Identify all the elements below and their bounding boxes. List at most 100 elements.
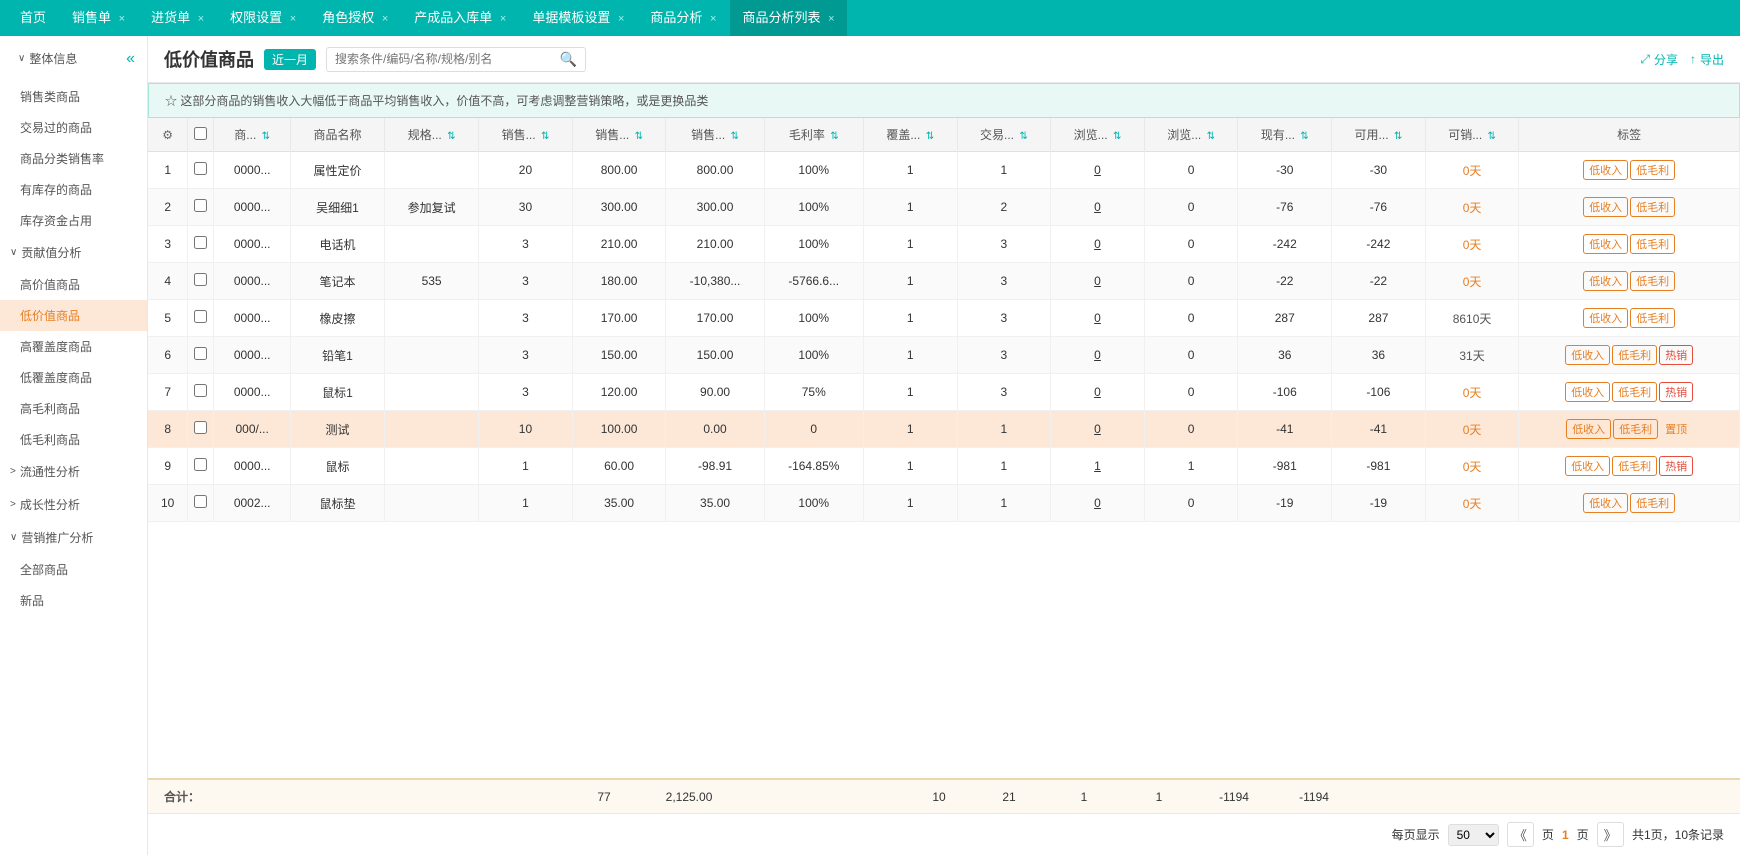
row-checkbox[interactable] xyxy=(194,162,207,175)
sidebar-item-new-products[interactable]: 新品 xyxy=(0,585,147,616)
close-sales-icon[interactable]: × xyxy=(119,13,125,25)
sidebar-group-growth[interactable]: > 成长性分析 xyxy=(0,488,147,521)
col-stock[interactable]: 现有... ⇅ xyxy=(1238,118,1332,152)
sidebar-item-category-sales-rate[interactable]: 商品分类销售率 xyxy=(0,143,147,174)
search-input[interactable] xyxy=(335,52,560,66)
row-qty-cell: 10 xyxy=(479,411,573,448)
export-button[interactable]: ↑ 导出 xyxy=(1690,51,1724,68)
row-code-cell: 0000... xyxy=(214,300,291,337)
col-available[interactable]: 可用... ⇅ xyxy=(1332,118,1426,152)
browse1-link[interactable]: 0 xyxy=(1094,274,1101,288)
close-analysis-list-icon[interactable]: × xyxy=(828,13,834,25)
summary-available: -1194 xyxy=(1274,790,1354,804)
next-page-btn[interactable]: 》 xyxy=(1597,822,1624,847)
browse1-link[interactable]: 0 xyxy=(1094,348,1101,362)
row-checkbox[interactable] xyxy=(194,458,207,471)
row-checkbox[interactable] xyxy=(194,384,207,397)
close-purchase-icon[interactable]: × xyxy=(198,13,204,25)
col-sales-amt[interactable]: 销售... ⇅ xyxy=(572,118,666,152)
row-browse1-cell: 0 xyxy=(1051,263,1145,300)
sidebar-item-traded-products[interactable]: 交易过的商品 xyxy=(0,112,147,143)
sort-col3-icon: ⇅ xyxy=(731,131,739,142)
browse1-link[interactable]: 0 xyxy=(1094,385,1101,399)
nav-product-inbound[interactable]: 产成品入库单 × xyxy=(402,0,518,36)
col-spec[interactable]: 规格... ⇅ xyxy=(385,118,479,152)
row-amt-cell: 60.00 xyxy=(572,448,666,485)
per-page-select[interactable]: 50 100 200 xyxy=(1448,824,1499,846)
row-checkbox[interactable] xyxy=(194,199,207,212)
browse1-link[interactable]: 0 xyxy=(1094,422,1101,436)
nav-sales[interactable]: 销售单 × xyxy=(60,0,137,36)
browse1-link[interactable]: 0 xyxy=(1094,200,1101,214)
col-coverage[interactable]: 覆盖... ⇅ xyxy=(863,118,957,152)
nav-home[interactable]: 首页 xyxy=(8,0,58,36)
sidebar-item-low-coverage[interactable]: 低覆盖度商品 xyxy=(0,362,147,393)
sort-qty-icon: ⇅ xyxy=(541,131,549,142)
row-tags-cell: 低收入低毛利 xyxy=(1519,300,1740,337)
col-gross-rate[interactable]: 毛利率 ⇅ xyxy=(764,118,863,152)
period-badge[interactable]: 近一月 xyxy=(264,49,316,70)
nav-analysis-list[interactable]: 商品分析列表 × xyxy=(730,0,846,36)
row-checkbox[interactable] xyxy=(194,273,207,286)
row-checkbox[interactable] xyxy=(194,347,207,360)
nav-roles[interactable]: 角色授权 × xyxy=(310,0,400,36)
select-all-checkbox[interactable] xyxy=(194,127,207,140)
browse1-link[interactable]: 0 xyxy=(1094,496,1101,510)
share-button[interactable]: ⤢ 分享 xyxy=(1640,51,1678,68)
search-icon[interactable]: 🔍 xyxy=(560,51,577,68)
col-sales-qty[interactable]: 销售... ⇅ xyxy=(479,118,573,152)
row-available-cell: -981 xyxy=(1332,448,1426,485)
row-checkbox[interactable] xyxy=(194,421,207,434)
row-qty-cell: 3 xyxy=(479,263,573,300)
sidebar-item-sales-products[interactable]: 销售类商品 xyxy=(0,81,147,112)
browse1-link[interactable]: 0 xyxy=(1094,163,1101,177)
col-browse1[interactable]: 浏览... ⇅ xyxy=(1051,118,1145,152)
sidebar-group-circulation[interactable]: > 流通性分析 xyxy=(0,455,147,488)
settings-icon[interactable]: ⚙ xyxy=(162,128,173,142)
close-inbound-icon[interactable]: × xyxy=(500,13,506,25)
row-gross-cell: 100% xyxy=(764,189,863,226)
nav-permissions[interactable]: 权限设置 × xyxy=(218,0,308,36)
browse1-link[interactable]: 0 xyxy=(1094,237,1101,251)
sidebar-item-low-value[interactable]: 低价值商品 xyxy=(0,300,147,331)
row-coverage-cell: 1 xyxy=(863,337,957,374)
sidebar-collapse-btn[interactable]: « xyxy=(122,50,139,68)
close-analysis-icon[interactable]: × xyxy=(710,13,716,25)
tag-badge: 低收入 xyxy=(1565,345,1610,365)
sidebar-group-overall[interactable]: ∨ 整体信息 xyxy=(8,42,87,75)
total-info: 共1页，10条记录 xyxy=(1632,826,1724,843)
col-code[interactable]: 商... ⇅ xyxy=(214,118,291,152)
sidebar-item-high-coverage[interactable]: 高覆盖度商品 xyxy=(0,331,147,362)
row-qty-cell: 3 xyxy=(479,226,573,263)
close-permissions-icon[interactable]: × xyxy=(290,13,296,25)
sidebar-item-all-products[interactable]: 全部商品 xyxy=(0,554,147,585)
sidebar-item-high-profit[interactable]: 高毛利商品 xyxy=(0,393,147,424)
nav-template[interactable]: 单据模板设置 × xyxy=(520,0,636,36)
row-checkbox[interactable] xyxy=(194,236,207,249)
close-template-icon[interactable]: × xyxy=(618,13,624,25)
sidebar-group-circulation-label: 流通性分析 xyxy=(20,463,80,480)
row-checkbox[interactable] xyxy=(194,495,207,508)
nav-purchase[interactable]: 进货单 × xyxy=(139,0,216,36)
row-tags-cell: 低收入低毛利 xyxy=(1519,263,1740,300)
close-roles-icon[interactable]: × xyxy=(382,13,388,25)
col-sales-col3[interactable]: 销售... ⇅ xyxy=(666,118,764,152)
sidebar-item-low-profit[interactable]: 低毛利商品 xyxy=(0,424,147,455)
col-saleable[interactable]: 可销... ⇅ xyxy=(1425,118,1519,152)
row-tags-cell: 低收入低毛利置顶 xyxy=(1519,411,1740,448)
col-settings[interactable]: ⚙ xyxy=(148,118,188,152)
row-num-cell: 5 xyxy=(148,300,188,337)
first-page-btn[interactable]: 《 xyxy=(1507,822,1534,847)
row-checkbox[interactable] xyxy=(194,310,207,323)
col-transactions[interactable]: 交易... ⇅ xyxy=(957,118,1051,152)
browse1-link[interactable]: 1 xyxy=(1094,459,1101,473)
sidebar-group-marketing[interactable]: ∨ 营销推广分析 xyxy=(0,521,147,554)
sidebar-item-stocked-products[interactable]: 有库存的商品 xyxy=(0,174,147,205)
sidebar-group-contribution[interactable]: ∨ 贡献值分析 xyxy=(0,236,147,269)
browse1-link[interactable]: 0 xyxy=(1094,311,1101,325)
sidebar-item-stock-capital[interactable]: 库存资金占用 xyxy=(0,205,147,236)
nav-product-analysis[interactable]: 商品分析 × xyxy=(638,0,728,36)
row-coverage-cell: 1 xyxy=(863,226,957,263)
sidebar-item-high-value[interactable]: 高价值商品 xyxy=(0,269,147,300)
col-browse2[interactable]: 浏览... ⇅ xyxy=(1144,118,1238,152)
